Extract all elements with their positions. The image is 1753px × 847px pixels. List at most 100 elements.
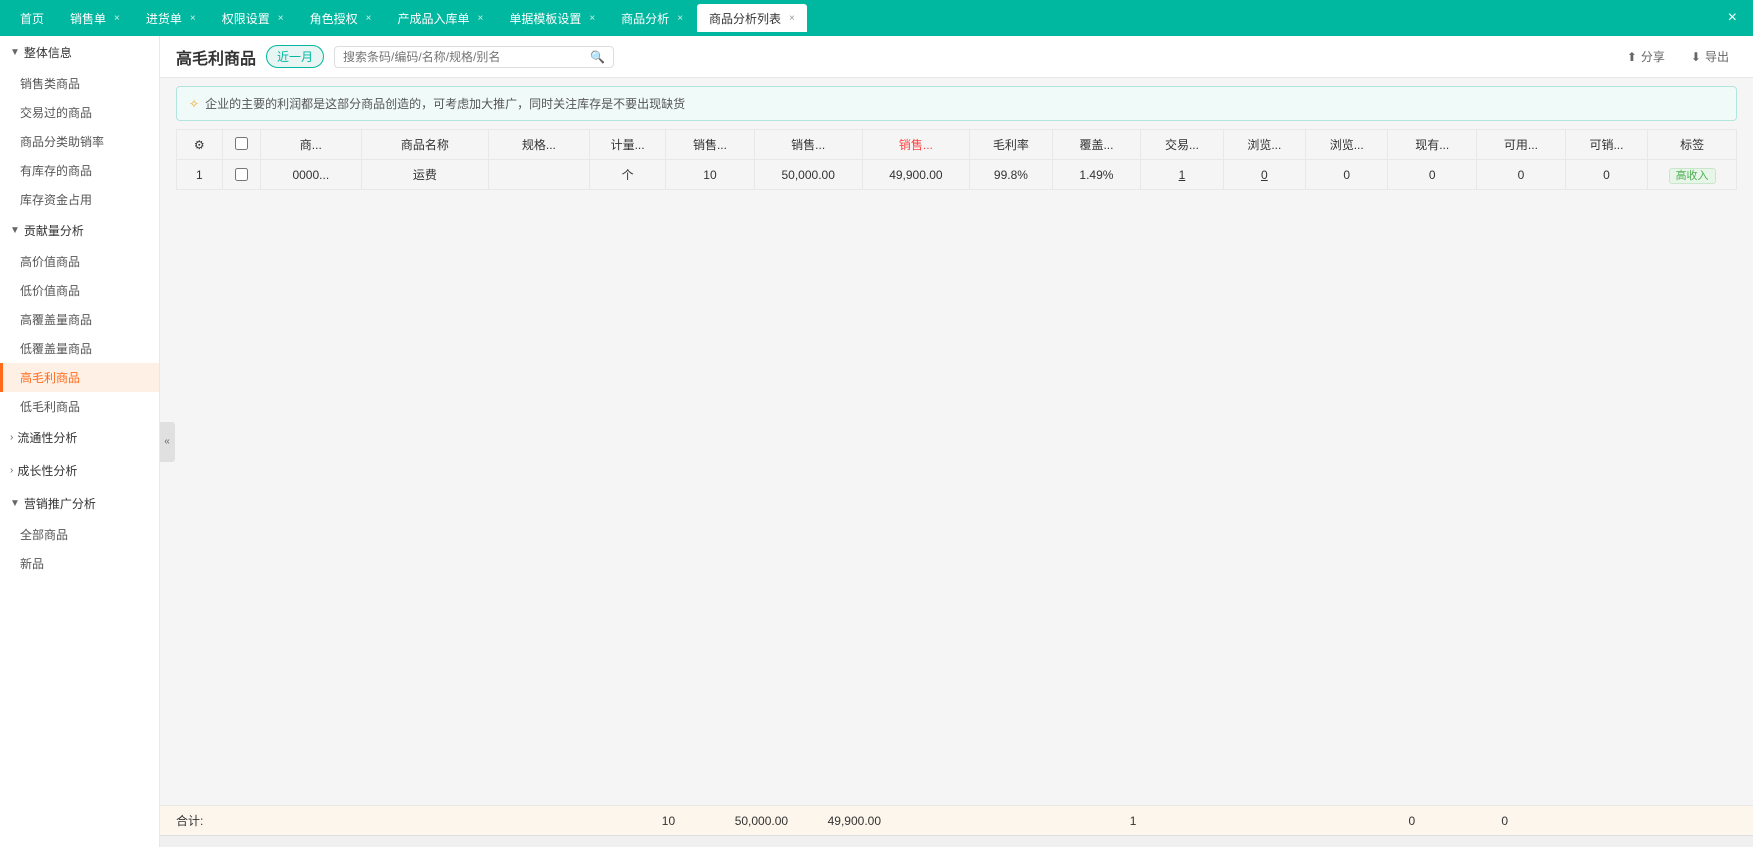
- share-button[interactable]: ⬆ 分享: [1619, 44, 1673, 69]
- cell-browse1: 0: [1223, 160, 1305, 190]
- sidebar-section-liquidity[interactable]: › 流通性分析: [0, 421, 159, 454]
- nav-product-analysis[interactable]: 商品分析 ×: [609, 4, 695, 32]
- close-permission-settings-icon[interactable]: ×: [278, 13, 284, 24]
- row-checkbox[interactable]: [235, 168, 248, 181]
- nav-permission-settings[interactable]: 权限设置 ×: [210, 4, 296, 32]
- sidebar-item-low-value[interactable]: 低价值商品: [0, 276, 159, 305]
- table-body: 1 0000... 运费 个 10 50,000.00 49,900.00 99…: [177, 160, 1737, 190]
- cell-sellable: 0: [1565, 160, 1647, 190]
- filter-period-button[interactable]: 近一月: [266, 45, 324, 68]
- sidebar-section-contribution[interactable]: ▼ 贡献量分析: [0, 214, 159, 247]
- cell-spec: [488, 160, 589, 190]
- cell-tag: 高收入: [1648, 160, 1737, 190]
- window-close-button[interactable]: ×: [1720, 9, 1745, 27]
- cell-trans: 1: [1141, 160, 1223, 190]
- col-cover-header: 覆盖...: [1052, 130, 1141, 160]
- cell-stock: 0: [1388, 160, 1477, 190]
- arrow-marketing-icon: ▼: [10, 498, 20, 509]
- browse1-link[interactable]: 0: [1261, 168, 1268, 182]
- horizontal-scrollbar[interactable]: [160, 835, 1753, 847]
- col-spec-header: 规格...: [488, 130, 589, 160]
- nav-home[interactable]: 首页: [8, 4, 56, 32]
- sidebar-item-low-coverage[interactable]: 低覆盖量商品: [0, 334, 159, 363]
- trans-link[interactable]: 1: [1179, 168, 1186, 182]
- cell-avail: 0: [1477, 160, 1566, 190]
- export-button[interactable]: ⬇ 导出: [1683, 44, 1737, 69]
- sidebar-item-new-products[interactable]: 新品: [0, 549, 159, 578]
- close-sales-order-icon[interactable]: ×: [114, 13, 120, 24]
- footer-avail: 0: [1458, 814, 1551, 828]
- sidebar-item-sales-products[interactable]: 销售类商品: [0, 69, 159, 98]
- close-product-analysis-icon[interactable]: ×: [677, 13, 683, 24]
- search-input[interactable]: [343, 50, 584, 64]
- table-row: 1 0000... 运费 个 10 50,000.00 49,900.00 99…: [177, 160, 1737, 190]
- info-banner-text: 企业的主要的利润都是这部分商品创造的，可考虑加大推广，同时关注库存是不要出现缺货: [205, 95, 685, 112]
- col-sellable-header: 可销...: [1565, 130, 1647, 160]
- content-area: « 高毛利商品 近一月 🔍 ⬆ 分享 ⬇ 导出 ✧ 企业的主要的利润都是这部分商…: [160, 36, 1753, 847]
- sidebar-item-all-products[interactable]: 全部商品: [0, 520, 159, 549]
- sidebar-item-high-value[interactable]: 高价值商品: [0, 247, 159, 276]
- page-title: 高毛利商品: [176, 45, 256, 69]
- cell-browse2: 0: [1306, 160, 1388, 190]
- cell-sales-amt: 50,000.00: [754, 160, 862, 190]
- tip-icon: ✧: [189, 97, 199, 111]
- sidebar-item-high-margin[interactable]: 高毛利商品: [0, 363, 159, 392]
- cell-unit: 个: [590, 160, 666, 190]
- nav-product-analysis-list[interactable]: 商品分析列表 ×: [697, 4, 807, 32]
- sidebar-item-in-stock-products[interactable]: 有库存的商品: [0, 156, 159, 185]
- sidebar-section-liquidity-label: 流通性分析: [17, 429, 77, 446]
- tag-badge: 高收入: [1669, 168, 1716, 184]
- close-product-inbound-icon[interactable]: ×: [477, 13, 483, 24]
- cell-check[interactable]: [222, 160, 260, 190]
- sidebar-item-stock-capital[interactable]: 库存资金占用: [0, 185, 159, 214]
- sidebar-item-traded-products[interactable]: 交易过的商品: [0, 98, 159, 127]
- sidebar-section-growth[interactable]: › 成长性分析: [0, 454, 159, 487]
- footer-trans: 1: [1087, 814, 1180, 828]
- sidebar-section-contribution-label: 贡献量分析: [24, 222, 84, 239]
- sidebar-section-marketing-label: 营销推广分析: [24, 495, 96, 512]
- sidebar-item-low-margin[interactable]: 低毛利商品: [0, 392, 159, 421]
- col-code-header: 商...: [260, 130, 361, 160]
- arrow-liquidity-icon: ›: [10, 432, 13, 443]
- cell-name: 运费: [362, 160, 489, 190]
- footer-label: 合计:: [176, 812, 236, 829]
- col-sales-qty-header: 销售...: [666, 130, 755, 160]
- footer-sales-profit: 49,900.00: [808, 814, 901, 828]
- close-purchase-order-icon[interactable]: ×: [190, 13, 196, 24]
- sidebar-section-overall[interactable]: ▼ 整体信息: [0, 36, 159, 69]
- share-icon: ⬆: [1627, 50, 1637, 64]
- sidebar-section-marketing[interactable]: ▼ 营销推广分析: [0, 487, 159, 520]
- close-product-analysis-list-icon[interactable]: ×: [789, 13, 795, 24]
- nav-product-inbound[interactable]: 产成品入库单 ×: [385, 4, 495, 32]
- sidebar: ▼ 整体信息 销售类商品 交易过的商品 商品分类助销率 有库存的商品 库存资金占…: [0, 36, 160, 847]
- nav-sales-order[interactable]: 销售单 ×: [58, 4, 132, 32]
- close-doc-template-icon[interactable]: ×: [589, 13, 595, 24]
- col-checkbox[interactable]: [222, 130, 260, 160]
- sidebar-item-category-sales-rate[interactable]: 商品分类助销率: [0, 127, 159, 156]
- search-box: 🔍: [334, 46, 614, 68]
- footer-sales-qty: 10: [622, 814, 715, 828]
- nav-doc-template[interactable]: 单据模板设置 ×: [497, 4, 607, 32]
- select-all-checkbox[interactable]: [235, 137, 248, 150]
- arrow-overall-icon: ▼: [10, 47, 20, 58]
- col-settings[interactable]: ⚙: [177, 130, 223, 160]
- col-browse2-header: 浏览...: [1306, 130, 1388, 160]
- col-avail-header: 可用...: [1477, 130, 1566, 160]
- close-role-auth-icon[interactable]: ×: [366, 13, 372, 24]
- nav-purchase-order[interactable]: 进货单 ×: [134, 4, 208, 32]
- data-table: ⚙ 商... 商品名称 规格... 计量... 销售... 销售... 销售..…: [176, 129, 1737, 190]
- sidebar-item-high-coverage[interactable]: 高覆盖量商品: [0, 305, 159, 334]
- footer-stock: 0: [1365, 814, 1458, 828]
- info-banner: ✧ 企业的主要的利润都是这部分商品创造的，可考虑加大推广，同时关注库存是不要出现…: [176, 86, 1737, 121]
- table-header-row: ⚙ 商... 商品名称 规格... 计量... 销售... 销售... 销售..…: [177, 130, 1737, 160]
- col-tag-header: 标签: [1648, 130, 1737, 160]
- sidebar-collapse-button[interactable]: «: [160, 422, 175, 462]
- main-layout: ▼ 整体信息 销售类商品 交易过的商品 商品分类助销率 有库存的商品 库存资金占…: [0, 36, 1753, 847]
- nav-role-auth[interactable]: 角色授权 ×: [298, 4, 384, 32]
- footer-bar: 合计: 10 50,000.00 49,900.00 1 0 0: [160, 805, 1753, 835]
- col-margin-header: 毛利率: [970, 130, 1052, 160]
- settings-icon[interactable]: ⚙: [194, 138, 205, 152]
- content-header: 高毛利商品 近一月 🔍 ⬆ 分享 ⬇ 导出: [160, 36, 1753, 78]
- search-icon[interactable]: 🔍: [590, 50, 605, 64]
- arrow-growth-icon: ›: [10, 465, 13, 476]
